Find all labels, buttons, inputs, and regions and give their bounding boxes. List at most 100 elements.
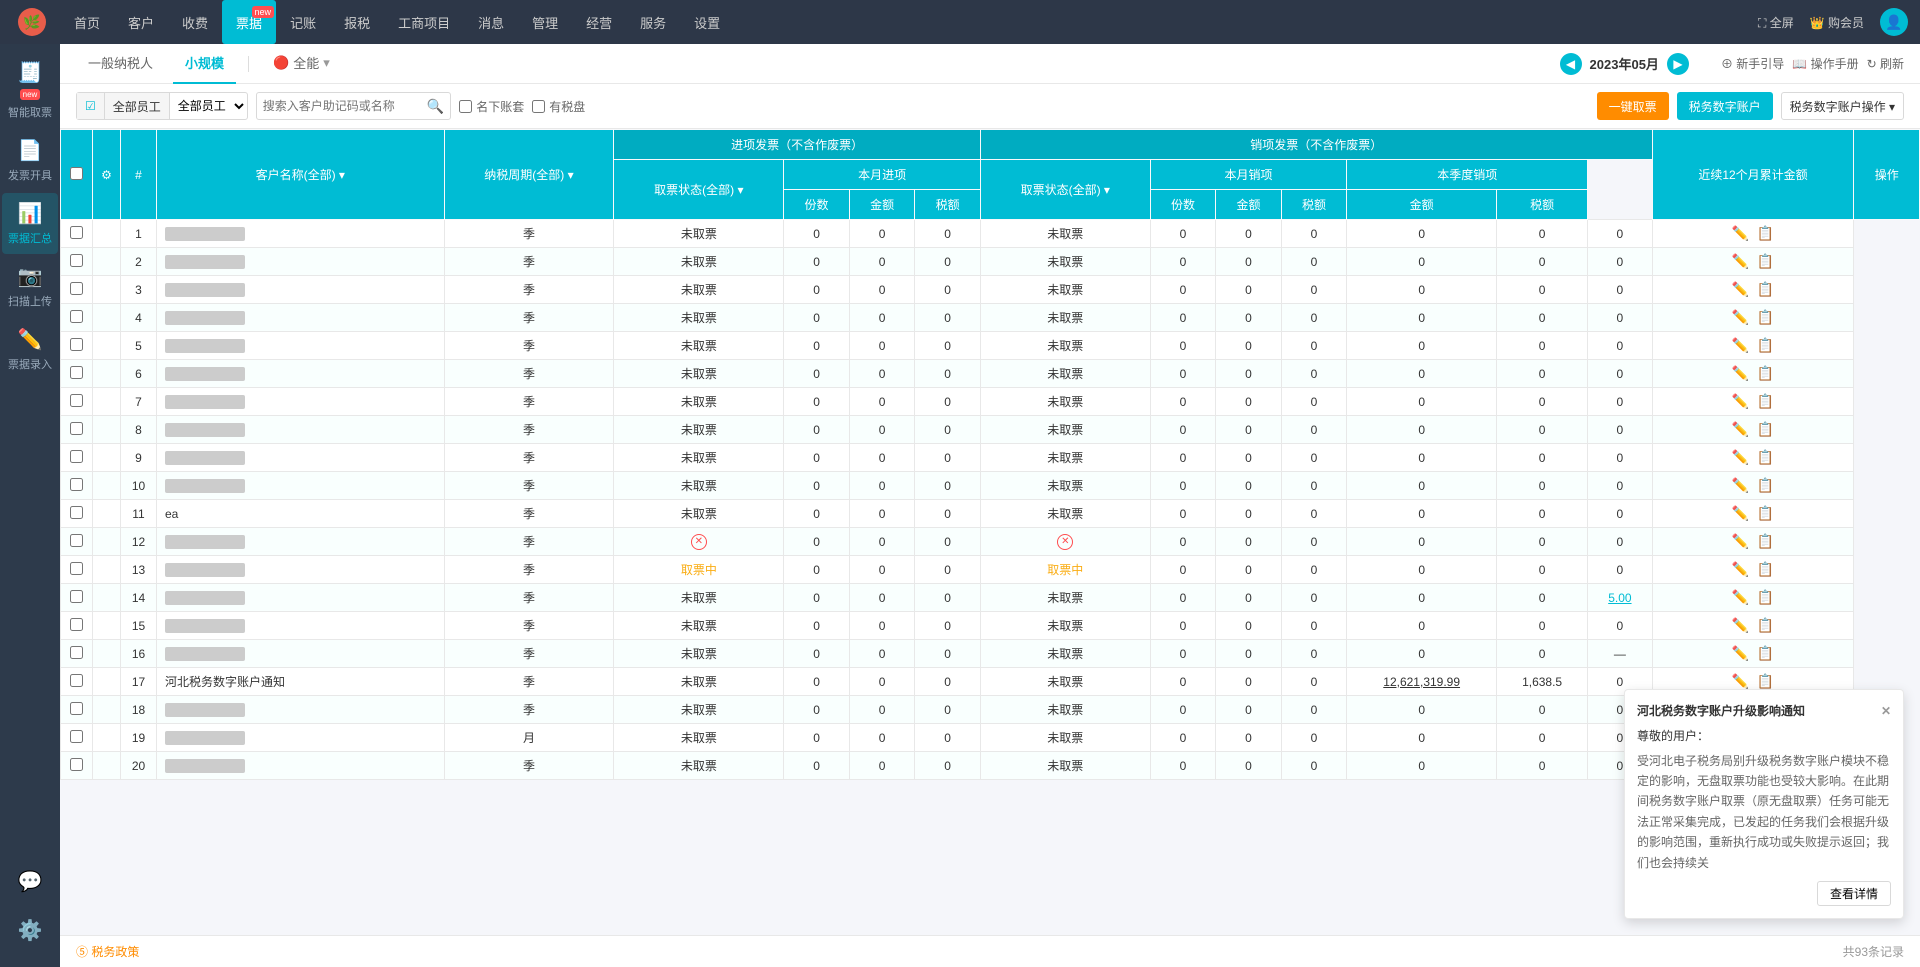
- copy-btn[interactable]: 📋: [1755, 617, 1776, 634]
- nav-invoice[interactable]: 票据 new: [222, 0, 276, 44]
- row-in-status[interactable]: 未取票: [614, 668, 784, 696]
- copy-btn[interactable]: 📋: [1755, 365, 1776, 382]
- row-out-status[interactable]: 未取票: [980, 612, 1150, 640]
- row-checkbox-cell[interactable]: [61, 556, 93, 584]
- row-out-status[interactable]: 未取票: [980, 388, 1150, 416]
- row-out-status[interactable]: 未取票: [980, 724, 1150, 752]
- edit-btn[interactable]: ✏️: [1730, 393, 1751, 410]
- logo[interactable]: 🌿: [12, 8, 52, 36]
- edit-btn[interactable]: ✏️: [1730, 589, 1751, 606]
- nav-business[interactable]: 工商项目: [384, 0, 464, 44]
- row-in-status[interactable]: 未取票: [614, 276, 784, 304]
- row-out-status[interactable]: 未取票: [980, 276, 1150, 304]
- copy-btn[interactable]: 📋: [1755, 561, 1776, 578]
- search-input[interactable]: [263, 99, 423, 113]
- checkbox-tax-disk[interactable]: 有税盘: [532, 98, 585, 115]
- row-checkbox[interactable]: [70, 366, 83, 379]
- row-checkbox[interactable]: [70, 282, 83, 295]
- avatar[interactable]: 👤: [1880, 8, 1908, 36]
- row-out-status[interactable]: 未取票: [980, 696, 1150, 724]
- edit-btn[interactable]: ✏️: [1730, 505, 1751, 522]
- row-checkbox[interactable]: [70, 730, 83, 743]
- fullscreen-btn[interactable]: ⛶ 全屏: [1758, 14, 1794, 31]
- copy-btn[interactable]: 📋: [1755, 421, 1776, 438]
- row-out-status[interactable]: 未取票: [980, 668, 1150, 696]
- row-out-status[interactable]: 未取票: [980, 584, 1150, 612]
- edit-btn[interactable]: ✏️: [1730, 645, 1751, 662]
- row-out-status[interactable]: 未取票: [980, 472, 1150, 500]
- row-in-status[interactable]: 未取票: [614, 444, 784, 472]
- row-checkbox-cell[interactable]: [61, 304, 93, 332]
- row-in-status[interactable]: 未取票: [614, 612, 784, 640]
- period-prev-btn[interactable]: ◀: [1560, 53, 1582, 75]
- row-checkbox-cell[interactable]: [61, 752, 93, 780]
- row-in-status[interactable]: 未取票: [614, 724, 784, 752]
- row-checkbox[interactable]: [70, 338, 83, 351]
- row-out-status[interactable]: 未取票: [980, 752, 1150, 780]
- edit-btn[interactable]: ✏️: [1730, 225, 1751, 242]
- row-checkbox-cell[interactable]: [61, 388, 93, 416]
- tax-digital-ops-btn[interactable]: 税务数字账户操作 ▾: [1781, 92, 1904, 120]
- employee-select-group[interactable]: ☑ 全部员工 全部员工: [76, 92, 248, 120]
- row-in-status[interactable]: ✕: [614, 528, 784, 556]
- row-out-status[interactable]: 未取票: [980, 220, 1150, 248]
- row-in-status[interactable]: 未取票: [614, 696, 784, 724]
- row-checkbox-cell[interactable]: [61, 584, 93, 612]
- row-in-status[interactable]: 未取票: [614, 472, 784, 500]
- employee-select[interactable]: 全部员工: [170, 93, 247, 119]
- sidebar-item-message[interactable]: 💬: [2, 861, 58, 902]
- row-in-status[interactable]: 未取票: [614, 640, 784, 668]
- row-in-status[interactable]: 未取票: [614, 248, 784, 276]
- sidebar-item-invoice-summary[interactable]: 📊 票据汇总: [2, 193, 58, 254]
- row-checkbox-cell[interactable]: [61, 220, 93, 248]
- row-in-status[interactable]: 未取票: [614, 500, 784, 528]
- checkbox-name-account-input[interactable]: [459, 100, 472, 113]
- tab-all-capable[interactable]: 🔴 全能 ▾: [261, 44, 342, 84]
- row-out-status[interactable]: 未取票: [980, 248, 1150, 276]
- one-click-fetch-btn[interactable]: 一键取票: [1597, 92, 1669, 120]
- sidebar-item-settings[interactable]: ⚙️: [2, 910, 58, 951]
- copy-btn[interactable]: 📋: [1755, 533, 1776, 550]
- nav-billing[interactable]: 收费: [168, 0, 222, 44]
- row-checkbox-cell[interactable]: [61, 472, 93, 500]
- row-out-status[interactable]: 未取票: [980, 332, 1150, 360]
- row-checkbox[interactable]: [70, 562, 83, 575]
- row-checkbox[interactable]: [70, 590, 83, 603]
- edit-btn[interactable]: ✏️: [1730, 533, 1751, 550]
- row-checkbox[interactable]: [70, 506, 83, 519]
- row-in-status[interactable]: 未取票: [614, 388, 784, 416]
- checkbox-name-account[interactable]: 名下账套: [459, 98, 524, 115]
- sidebar-item-issue-invoice[interactable]: 📄 发票开具: [2, 130, 58, 191]
- row-checkbox[interactable]: [70, 534, 83, 547]
- row-in-status[interactable]: 未取票: [614, 584, 784, 612]
- row-checkbox-cell[interactable]: [61, 248, 93, 276]
- copy-btn[interactable]: 📋: [1755, 309, 1776, 326]
- th-out-status[interactable]: 取票状态(全部) ▾: [980, 160, 1150, 220]
- copy-btn[interactable]: 📋: [1755, 673, 1776, 690]
- row-checkbox-cell[interactable]: [61, 500, 93, 528]
- edit-btn[interactable]: ✏️: [1730, 617, 1751, 634]
- row-in-status[interactable]: 未取票: [614, 304, 784, 332]
- row-checkbox-cell[interactable]: [61, 416, 93, 444]
- row-out-status[interactable]: ✕: [980, 528, 1150, 556]
- manual-link[interactable]: 📖 操作手册: [1792, 55, 1858, 72]
- copy-btn[interactable]: 📋: [1755, 645, 1776, 662]
- new-guide-link[interactable]: ⊕ 新手引导: [1721, 55, 1784, 72]
- nav-tax[interactable]: 报税: [330, 0, 384, 44]
- sidebar-item-invoice-entry[interactable]: ✏️ 票据录入: [2, 319, 58, 380]
- row-in-status[interactable]: 取票中: [614, 556, 784, 584]
- copy-btn[interactable]: 📋: [1755, 589, 1776, 606]
- notification-detail-btn[interactable]: 查看详情: [1817, 881, 1891, 906]
- edit-btn[interactable]: ✏️: [1730, 281, 1751, 298]
- nav-service[interactable]: 服务: [626, 0, 680, 44]
- member-btn[interactable]: 👑 购会员: [1810, 14, 1864, 31]
- th-in-status[interactable]: 取票状态(全部) ▾: [614, 160, 784, 220]
- tab-general-taxpayer[interactable]: 一般纳税人: [76, 44, 165, 84]
- sidebar-item-smart-invoice[interactable]: 🧾 new 智能取票: [2, 52, 58, 128]
- row-checkbox[interactable]: [70, 478, 83, 491]
- row-out-status[interactable]: 未取票: [980, 444, 1150, 472]
- edit-btn[interactable]: ✏️: [1730, 561, 1751, 578]
- edit-btn[interactable]: ✏️: [1730, 253, 1751, 270]
- row-in-status[interactable]: 未取票: [614, 752, 784, 780]
- copy-btn[interactable]: 📋: [1755, 225, 1776, 242]
